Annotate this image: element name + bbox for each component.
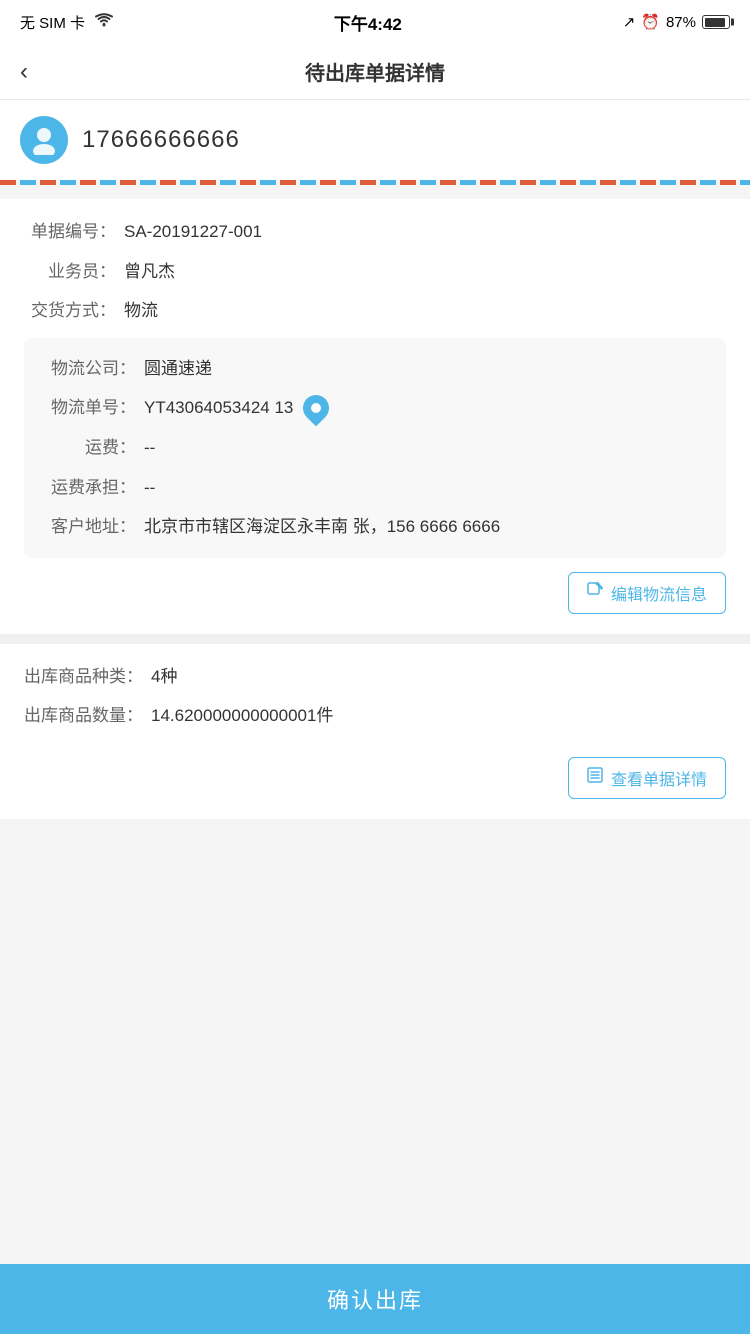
back-button[interactable]: ‹	[20, 50, 40, 94]
battery-percent: 87%	[666, 14, 696, 31]
goods-section: 出库商品种类： 4种 出库商品数量： 14.620000000000001件 查…	[0, 644, 750, 819]
delivery-method-value: 物流	[124, 298, 726, 324]
list-icon	[587, 767, 603, 788]
battery-icon	[702, 15, 730, 29]
dashed-divider	[0, 180, 750, 185]
confirm-button-label: 确认出库	[327, 1283, 423, 1315]
user-phone: 17666666666	[82, 126, 240, 154]
freight-value: --	[144, 435, 706, 461]
delivery-method-row: 交货方式： 物流	[24, 298, 726, 324]
freight-bearer-value: --	[144, 475, 706, 501]
user-header: 17666666666	[0, 100, 750, 180]
status-left: 无 SIM 卡	[20, 12, 113, 33]
section-separator	[0, 634, 750, 644]
status-time: 下午4:42	[334, 10, 402, 35]
view-details-button[interactable]: 查看单据详情	[568, 757, 726, 799]
freight-row: 运费： --	[44, 435, 706, 461]
goods-quantity-value: 14.620000000000001件	[151, 703, 726, 729]
salesperson-row: 业务员： 曾凡杰	[24, 259, 726, 285]
address-value: 北京市市辖区海淀区永丰南 张，156 6666 6666	[144, 514, 706, 540]
tracking-location-icon[interactable]	[298, 390, 335, 427]
freight-label: 运费：	[44, 435, 144, 461]
goods-type-value: 4种	[151, 664, 726, 690]
status-bar: 无 SIM 卡 下午4:42 ↗ ⏰ 87%	[0, 0, 750, 44]
edit-logistics-label: 编辑物流信息	[611, 581, 707, 605]
carrier-label: 无 SIM 卡	[20, 12, 85, 33]
salesperson-value: 曾凡杰	[124, 259, 726, 285]
logistics-company-value: 圆通速递	[144, 356, 706, 382]
doc-number-value: SA-20191227-001	[124, 219, 726, 245]
bottom-spacer	[0, 819, 750, 1019]
order-info-section: 单据编号： SA-20191227-001 业务员： 曾凡杰 交货方式： 物流 …	[0, 199, 750, 634]
address-row: 客户地址： 北京市市辖区海淀区永丰南 张，156 6666 6666	[44, 514, 706, 540]
logistics-card: 物流公司： 圆通速递 物流单号： YT43064053424 13 运费： --…	[24, 338, 726, 558]
view-details-label: 查看单据详情	[611, 766, 707, 790]
tracking-number-label: 物流单号：	[44, 395, 144, 421]
doc-number-row: 单据编号： SA-20191227-001	[24, 219, 726, 245]
wifi-icon	[95, 13, 113, 31]
edit-icon	[587, 582, 603, 603]
avatar	[20, 116, 68, 164]
location-status-icon: ↗	[623, 13, 636, 31]
tracking-number-value: YT43064053424 13	[144, 395, 706, 421]
freight-bearer-label: 运费承担：	[44, 475, 144, 501]
address-label: 客户地址：	[44, 514, 144, 540]
confirm-bar[interactable]: 确认出库	[0, 1264, 750, 1334]
logistics-company-row: 物流公司： 圆通速递	[44, 356, 706, 382]
salesperson-label: 业务员：	[24, 259, 124, 285]
doc-number-label: 单据编号：	[24, 219, 124, 245]
nav-bar: ‹ 待出库单据详情	[0, 44, 750, 100]
status-right: ↗ ⏰ 87%	[623, 13, 730, 31]
goods-type-row: 出库商品种类： 4种	[24, 664, 726, 690]
goods-quantity-label: 出库商品数量：	[24, 703, 151, 729]
page-title: 待出库单据详情	[305, 57, 445, 86]
delivery-method-label: 交货方式：	[24, 298, 124, 324]
goods-quantity-row: 出库商品数量： 14.620000000000001件	[24, 703, 726, 729]
logistics-company-label: 物流公司：	[44, 356, 144, 382]
edit-logistics-button[interactable]: 编辑物流信息	[568, 572, 726, 614]
goods-type-label: 出库商品种类：	[24, 664, 151, 690]
tracking-number-row: 物流单号： YT43064053424 13	[44, 395, 706, 421]
alarm-icon: ⏰	[641, 13, 660, 31]
freight-bearer-row: 运费承担： --	[44, 475, 706, 501]
